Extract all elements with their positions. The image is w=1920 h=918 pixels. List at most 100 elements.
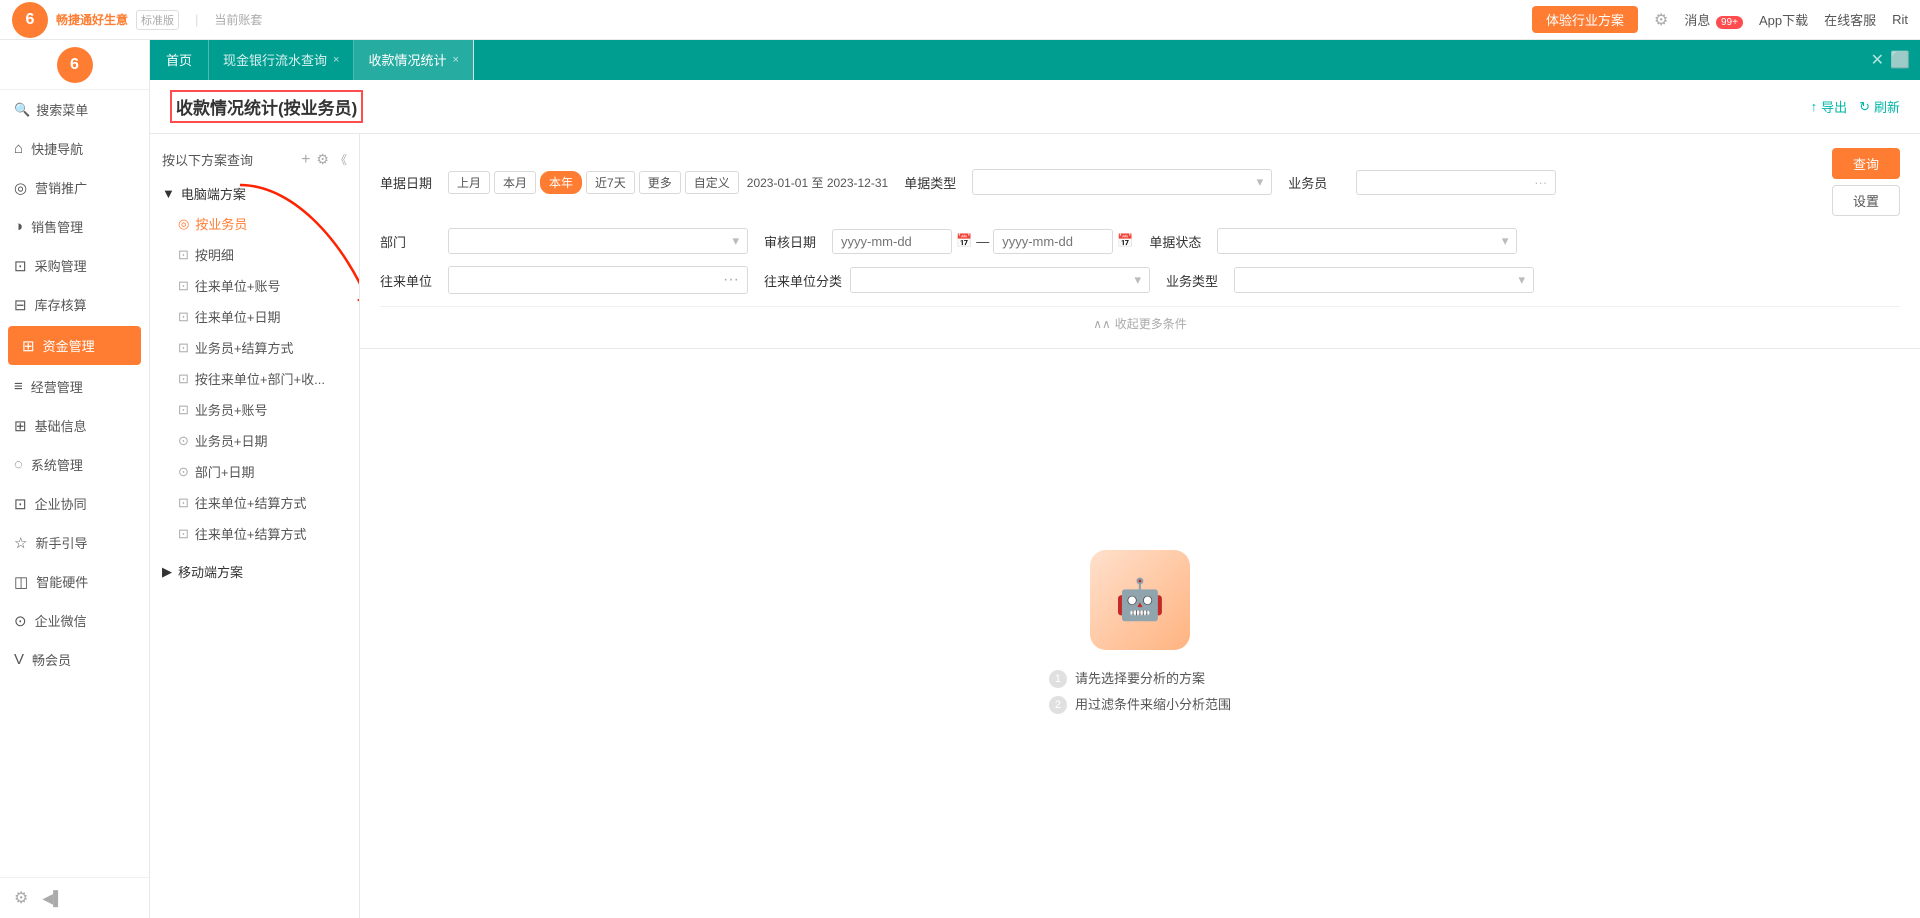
counterpart-category-select[interactable]: ▾ xyxy=(850,267,1150,293)
scheme-salesperson-account[interactable]: ⊡ 业务员+账号 xyxy=(150,394,359,425)
sidebar-item-operation[interactable]: ≡ 经营管理 xyxy=(0,367,149,406)
edition-label: 标准版 xyxy=(136,10,179,30)
doc-status-filter: 单据状态 ▾ xyxy=(1149,228,1517,254)
business-type-label: 业务类型 xyxy=(1166,271,1226,290)
query-btn[interactable]: 查询 xyxy=(1832,148,1900,179)
mobile-group-label: 移动端方案 xyxy=(178,562,243,581)
sidebar-item-basic[interactable]: ⊞ 基础信息 xyxy=(0,406,149,445)
business-type-chevron-icon: ▾ xyxy=(1518,272,1525,288)
sidebar-settings-icon[interactable]: ⚙ xyxy=(14,888,28,908)
tab2-label: 收款情况统计 xyxy=(368,50,446,69)
salesperson-select[interactable]: ··· xyxy=(1356,170,1556,195)
guide-icon: ☆ xyxy=(14,534,27,552)
scheme-by-detail[interactable]: ⊡ 按明细 xyxy=(150,239,359,270)
mobile-group-arrow: ▶ xyxy=(162,564,172,580)
counterpart-select[interactable]: ··· xyxy=(448,266,748,294)
step-1: 1 请先选择要分析的方案 xyxy=(1049,666,1231,692)
scheme-salesperson-date[interactable]: ⊙ 业务员+日期 xyxy=(150,425,359,456)
maximize-btn[interactable]: ⬜ xyxy=(1890,50,1910,70)
messages-btn[interactable]: 消息 99+ xyxy=(1684,10,1743,29)
doc-status-select[interactable]: ▾ xyxy=(1217,228,1517,254)
doctype-select[interactable]: ▾ xyxy=(972,169,1272,195)
refresh-label: 刷新 xyxy=(1874,97,1900,116)
date-more[interactable]: 更多 xyxy=(639,171,681,194)
refresh-btn[interactable]: ↻ 刷新 xyxy=(1859,97,1900,116)
scheme-settings-icon[interactable]: ⚙ xyxy=(316,151,329,168)
salesperson-filter: 业务员 ··· xyxy=(1288,170,1556,195)
tab1-close-icon[interactable]: × xyxy=(333,54,339,66)
sidebar-item-enterprise[interactable]: ⊡ 企业协同 xyxy=(0,484,149,523)
sidebar-item-system[interactable]: ◌ 系统管理 xyxy=(0,445,149,484)
sidebar-label-member: 畅会员 xyxy=(32,650,71,669)
sidebar-item-hardware[interactable]: ◫ 智能硬件 xyxy=(0,562,149,601)
review-date-start[interactable] xyxy=(832,229,952,254)
collapse-bar[interactable]: ∧∧ 收起更多条件 xyxy=(380,306,1900,340)
scheme-by-salesperson[interactable]: ◎ 按业务员 xyxy=(150,208,359,239)
scheme-unit-dept[interactable]: ⊡ 按往来单位+部门+收... xyxy=(150,363,359,394)
sidebar-item-sales[interactable]: ◑ 销售管理 xyxy=(0,207,149,246)
search-menu[interactable]: 🔍 搜索菜单 xyxy=(0,90,149,129)
dept-label: 部门 xyxy=(380,232,440,251)
scheme-unit-settlement1[interactable]: ⊡ 往来单位+结算方式 xyxy=(150,487,359,518)
scheme-ss-label: 业务员+结算方式 xyxy=(195,338,294,357)
date-this-month[interactable]: 本月 xyxy=(494,171,536,194)
close-window-btn[interactable]: ✕ xyxy=(1871,50,1884,70)
download-btn[interactable]: App下载 xyxy=(1759,10,1808,29)
scheme-unit-settlement2[interactable]: ⊡ 往来单位+结算方式 xyxy=(150,518,359,549)
scheme-unit-date[interactable]: ⊡ 往来单位+日期 xyxy=(150,301,359,332)
page-body: 按以下方案查询 + ⚙ 《 xyxy=(150,134,1920,918)
enterprise-icon: ⊡ xyxy=(14,495,27,513)
panel-collapse-icon[interactable]: 《 xyxy=(335,151,347,168)
user-info[interactable]: Rit xyxy=(1892,12,1908,27)
date-this-year[interactable]: 本年 xyxy=(540,171,582,194)
service-btn[interactable]: 在线客服 xyxy=(1824,10,1876,29)
tab-cash-flow[interactable]: 现金银行流水查询 × xyxy=(209,40,354,80)
date-custom[interactable]: 自定义 xyxy=(685,171,739,194)
sa-icon: ⊡ xyxy=(178,402,189,418)
sidebar-item-purchase[interactable]: ⊡ 采购管理 xyxy=(0,246,149,285)
scheme-us2-label: 往来单位+结算方式 xyxy=(195,524,307,543)
brand-name: 畅捷通好生意 xyxy=(56,11,128,28)
business-type-select[interactable]: ▾ xyxy=(1234,267,1534,293)
sales-icon: ◑ xyxy=(14,218,23,235)
sidebar-item-finance[interactable]: ⊞ 资金管理 xyxy=(8,326,141,365)
sidebar-item-member[interactable]: V 畅会员 xyxy=(0,640,149,679)
calendar-icon-2[interactable]: 📅 xyxy=(1117,233,1133,249)
sidebar-item-inventory[interactable]: ⊟ 库存核算 xyxy=(0,285,149,324)
gear-icon[interactable]: ⚙ xyxy=(1654,10,1668,30)
action-buttons: 查询 设置 xyxy=(1832,148,1900,216)
add-scheme-icon[interactable]: + xyxy=(301,151,310,169)
counterpart-dots-icon[interactable]: ··· xyxy=(723,271,739,289)
mobile-group-title[interactable]: ▶ 移动端方案 xyxy=(150,557,359,586)
step-1-label: 请先选择要分析的方案 xyxy=(1075,666,1205,692)
date-separator: — xyxy=(976,234,989,249)
sidebar-item-wechat[interactable]: ⊙ 企业微信 xyxy=(0,601,149,640)
export-label: 导出 xyxy=(1821,97,1847,116)
tab-collection-stats[interactable]: 收款情况统计 × xyxy=(354,40,473,80)
scheme-salesperson-settlement[interactable]: ⊡ 业务员+结算方式 xyxy=(150,332,359,363)
trial-btn[interactable]: 体验行业方案 xyxy=(1532,6,1638,33)
ud-icon: ⊡ xyxy=(178,371,189,387)
tab-home[interactable]: 首页 xyxy=(150,40,209,80)
pc-scheme-group: ▼ 电脑端方案 ◎ 按业务员 ⊡ 按明细 ⊡ 往来单位+账号 xyxy=(150,175,359,553)
tab2-close-icon[interactable]: × xyxy=(452,54,458,66)
dept-select[interactable]: ▾ xyxy=(448,228,748,254)
export-btn[interactable]: ↑ 导出 xyxy=(1811,97,1848,116)
sidebar-item-marketing[interactable]: ◎ 营销推广 xyxy=(0,168,149,207)
scheme-ud-label: 按往来单位+部门+收... xyxy=(195,369,325,388)
sidebar-collapse-icon[interactable]: ◀▌ xyxy=(42,890,63,907)
scheme-dept-date[interactable]: ⊙ 部门+日期 xyxy=(150,456,359,487)
date-last-month[interactable]: 上月 xyxy=(448,171,490,194)
calendar-icon-1[interactable]: 📅 xyxy=(956,233,972,249)
date-buttons: 上月 本月 本年 近7天 更多 自定义 xyxy=(448,171,739,194)
pc-group-title[interactable]: ▼ 电脑端方案 xyxy=(150,179,359,208)
sidebar-item-guide[interactable]: ☆ 新手引导 xyxy=(0,523,149,562)
date-7days[interactable]: 近7天 xyxy=(586,171,635,194)
sidebar-item-quick-nav[interactable]: ⌂ 快捷导航 xyxy=(0,129,149,168)
review-date-end[interactable] xyxy=(993,229,1113,254)
sidebar-logo: 6 xyxy=(0,40,149,90)
settings-btn[interactable]: 设置 xyxy=(1832,185,1900,216)
scheme-unit-account[interactable]: ⊡ 往来单位+账号 xyxy=(150,270,359,301)
business-type-filter: 业务类型 ▾ xyxy=(1166,267,1534,293)
sidebar-label-enterprise: 企业协同 xyxy=(35,494,87,513)
